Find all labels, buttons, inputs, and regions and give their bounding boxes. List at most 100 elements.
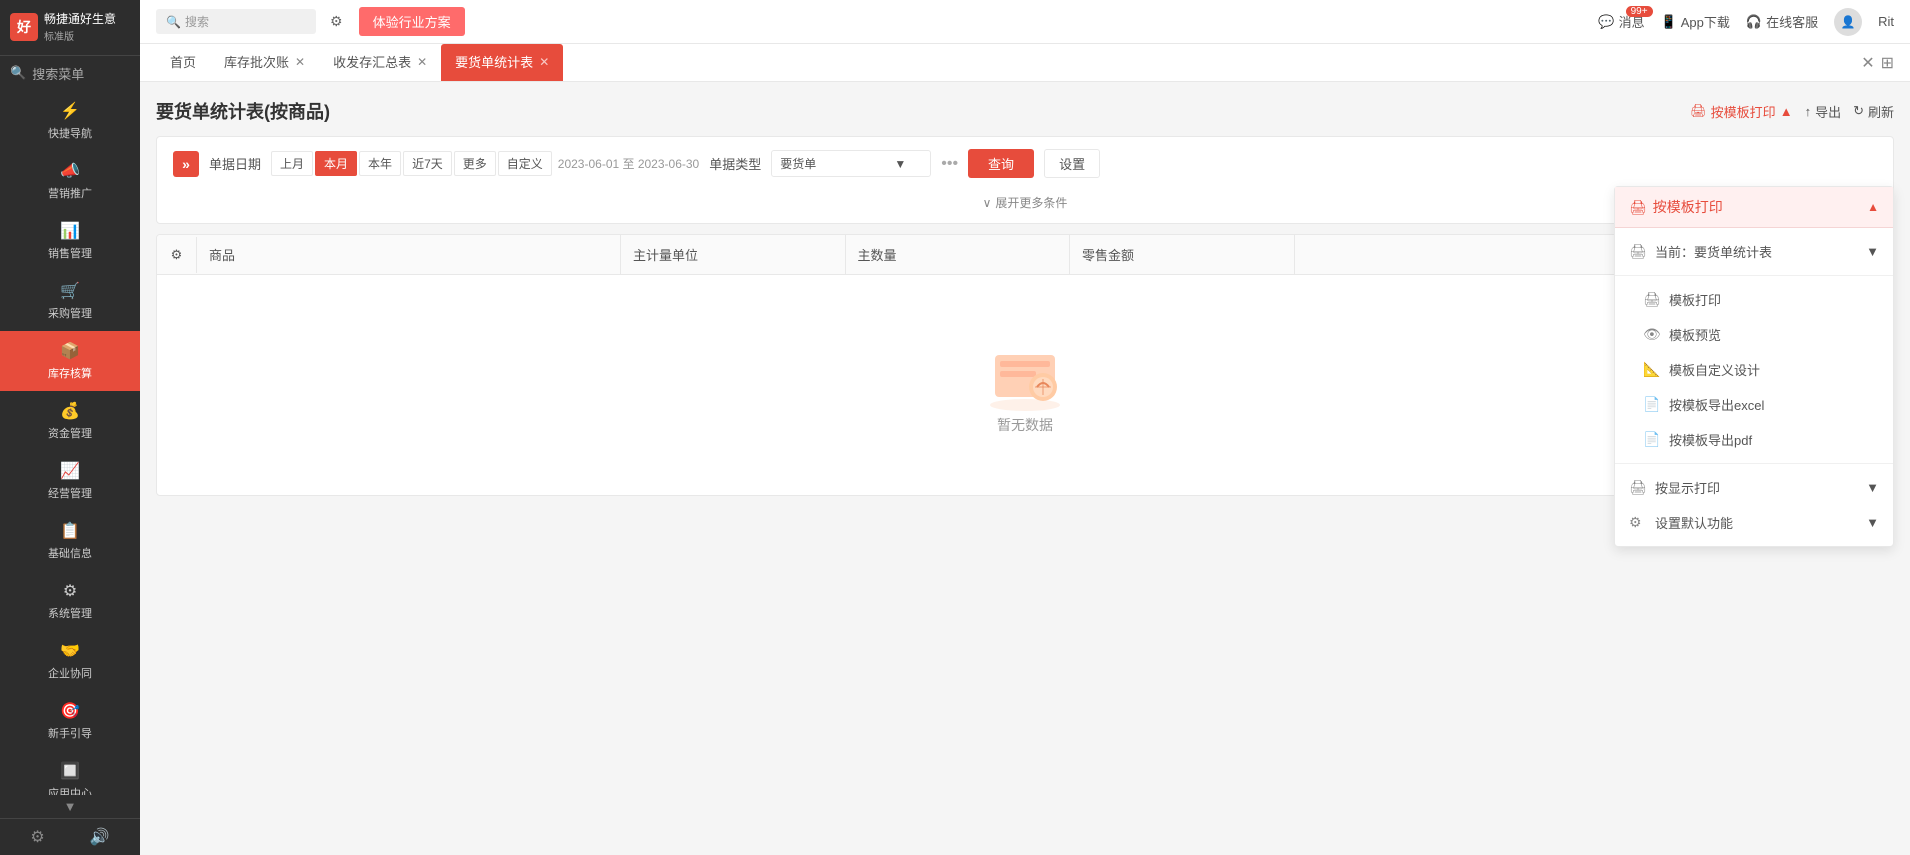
sidebar-item-sales[interactable]: 📊 销售管理 <box>0 211 140 271</box>
set-default-label: 设置默认功能 <box>1655 513 1733 532</box>
current-template-item[interactable]: 🖨 当前：要货单统计表 ▼ <box>1615 234 1893 269</box>
display-print-item[interactable]: 🖨 按显示打印 ▼ <box>1615 470 1893 505</box>
display-print-left: 🖨 按显示打印 <box>1629 478 1720 497</box>
template-print-item[interactable]: 🖨 模板打印 <box>1615 282 1893 317</box>
date-btn-more[interactable]: 更多 <box>454 151 496 176</box>
nav-label: 资金管理 <box>48 425 92 441</box>
tab-home[interactable]: 首页 <box>156 44 210 81</box>
sidebar-item-marketing[interactable]: 📣 营销推广 <box>0 151 140 211</box>
volume-icon[interactable]: 🔊 <box>90 827 110 847</box>
app-icon: 📱 <box>1661 14 1677 30</box>
sidebar-item-inventory[interactable]: 📦 库存核算 <box>0 331 140 391</box>
sidebar-item-collab[interactable]: 🤝 企业协同 <box>0 631 140 691</box>
display-print-icon: 🖨 <box>1629 479 1645 496</box>
headset-icon: 🎧 <box>1746 14 1762 30</box>
tab-expand[interactable]: ⊞ <box>1881 53 1894 73</box>
sidebar-item-system[interactable]: ⚙ 系统管理 <box>0 571 140 631</box>
th-product: 商品 <box>197 235 621 274</box>
tab-inventory-batch[interactable]: 库存批次账 ✕ <box>210 44 319 81</box>
avatar[interactable]: 👤 <box>1834 8 1862 36</box>
settings-icon[interactable]: ⚙ <box>30 827 44 847</box>
tab-inventory-batch-label: 库存批次账 <box>224 52 289 71</box>
sidebar-item-quick-nav[interactable]: ⚡ 快捷导航 <box>0 91 140 151</box>
logo-icon: 好 <box>10 13 38 41</box>
print-template-btn[interactable]: 🖨 按模板打印 ▲ <box>1690 102 1792 121</box>
topbar-right: 💬 消息 99+ 📱 App下载 🎧 在线客服 👤 Rit <box>1598 8 1894 36</box>
dropdown-current-section: 🖨 当前：要货单统计表 ▼ <box>1615 228 1893 276</box>
setting-btn[interactable]: 设置 <box>1044 149 1100 178</box>
industry-btn[interactable]: 体验行业方案 <box>359 7 465 36</box>
sidebar-scroll-down[interactable]: ▼ <box>0 795 140 818</box>
sidebar-item-finance[interactable]: 💰 资金管理 <box>0 391 140 451</box>
nav-label: 新手引导 <box>48 725 92 741</box>
topbar-icons: ⚙ <box>330 13 343 30</box>
chevron-down-icon: ▼ <box>894 157 906 171</box>
basic-icon: 📋 <box>60 521 80 541</box>
sidebar-item-guide[interactable]: 🎯 新手引导 <box>0 691 140 751</box>
doc-type-select[interactable]: 要货单 ▼ <box>771 150 931 177</box>
tab-close-all[interactable]: ✕ <box>1861 53 1874 73</box>
sidebar-item-apps[interactable]: 🔲 应用中心 <box>0 751 140 795</box>
date-group: 上月 本月 本年 近7天 更多 自定义 2023-06-01 至 2023-06… <box>271 151 699 176</box>
message-btn[interactable]: 💬 消息 99+ <box>1598 12 1644 31</box>
tab-receipt-summary-close[interactable]: ✕ <box>417 55 427 69</box>
current-template-icon: 🖨 <box>1629 243 1645 260</box>
app-download-btn[interactable]: 📱 App下载 <box>1661 12 1730 31</box>
template-custom-item[interactable]: 📐 模板自定义设计 <box>1615 352 1893 387</box>
th-settings[interactable]: ⚙ <box>157 237 197 273</box>
page-title: 要货单统计表(按商品) <box>156 98 330 124</box>
filter-toggle-btn[interactable]: » <box>173 151 199 177</box>
refresh-label: 刷新 <box>1868 102 1894 121</box>
expand-more-btn[interactable]: ∨ 展开更多条件 <box>983 194 1068 211</box>
nav-label: 系统管理 <box>48 605 92 621</box>
doc-type-value: 要货单 <box>780 155 816 172</box>
expand-label: 展开更多条件 <box>995 194 1067 211</box>
set-default-chevron: ▼ <box>1866 515 1879 530</box>
sidebar-item-purchase[interactable]: 🛒 采购管理 <box>0 271 140 331</box>
date-range: 2023-06-01 至 2023-06-30 <box>558 155 699 172</box>
inventory-icon: 📦 <box>60 341 80 361</box>
printer-header-icon: 🖨 <box>1629 199 1647 216</box>
export-btn[interactable]: ↑ 导出 <box>1805 102 1842 121</box>
query-btn[interactable]: 查询 <box>968 149 1034 178</box>
doc-type-label: 单据类型 <box>709 154 761 173</box>
tab-order-stats-label: 要货单统计表 <box>455 52 533 71</box>
sidebar-search[interactable]: 🔍 搜索菜单 <box>0 56 140 91</box>
date-btn-custom[interactable]: 自定义 <box>498 151 552 176</box>
topbar-search[interactable]: 🔍 搜索 <box>156 9 316 34</box>
date-btn-last-month[interactable]: 上月 <box>271 151 313 176</box>
topbar-settings-icon[interactable]: ⚙ <box>330 13 343 30</box>
set-default-left: ⚙ 设置默认功能 <box>1629 513 1733 532</box>
date-btn-7days[interactable]: 近7天 <box>403 151 452 176</box>
more-icon: ••• <box>941 155 958 173</box>
template-pdf-item[interactable]: 📄 按模板导出pdf <box>1615 422 1893 457</box>
sidebar-item-basic[interactable]: 📋 基础信息 <box>0 511 140 571</box>
refresh-btn[interactable]: ↻ 刷新 <box>1853 102 1894 121</box>
online-service-btn[interactable]: 🎧 在线客服 <box>1746 12 1818 31</box>
dropdown-header[interactable]: 🖨 按模板打印 ▲ <box>1615 187 1893 228</box>
date-btn-this-month[interactable]: 本月 <box>315 151 357 176</box>
template-excel-item[interactable]: 📄 按模板导出excel <box>1615 387 1893 422</box>
tab-receipt-summary[interactable]: 收发存汇总表 ✕ <box>319 44 441 81</box>
tab-order-stats[interactable]: 要货单统计表 ✕ <box>441 44 563 81</box>
main-area: 🔍 搜索 ⚙ 体验行业方案 💬 消息 99+ 📱 App下载 🎧 在线客服 👤 … <box>140 0 1910 855</box>
operation-icon: 📈 <box>60 461 80 481</box>
tabs-right: ✕ ⊞ <box>1861 53 1894 73</box>
dropdown-sub-section: 🖨 按显示打印 ▼ ⚙ 设置默认功能 ▼ <box>1615 464 1893 546</box>
nav-label: 采购管理 <box>48 305 92 321</box>
date-label: 单据日期 <box>209 154 261 173</box>
tab-inventory-batch-close[interactable]: ✕ <box>295 55 305 69</box>
set-default-item[interactable]: ⚙ 设置默认功能 ▼ <box>1615 505 1893 540</box>
template-preview-item[interactable]: 👁 模板预览 <box>1615 317 1893 352</box>
tab-order-stats-close[interactable]: ✕ <box>539 55 549 69</box>
chevron-up-icon: ▲ <box>1780 104 1793 119</box>
sidebar-item-operation[interactable]: 📈 经营管理 <box>0 451 140 511</box>
tab-home-label: 首页 <box>170 52 196 71</box>
template-excel-label: 按模板导出excel <box>1669 395 1764 414</box>
template-custom-icon: 📐 <box>1643 361 1659 378</box>
app-download-label: App下载 <box>1681 12 1730 31</box>
template-print-icon: 🖨 <box>1643 291 1659 308</box>
date-btn-this-year[interactable]: 本年 <box>359 151 401 176</box>
finance-icon: 💰 <box>60 401 80 421</box>
filter-row: » 单据日期 上月 本月 本年 近7天 更多 自定义 2023-06-01 至 … <box>173 149 1877 178</box>
